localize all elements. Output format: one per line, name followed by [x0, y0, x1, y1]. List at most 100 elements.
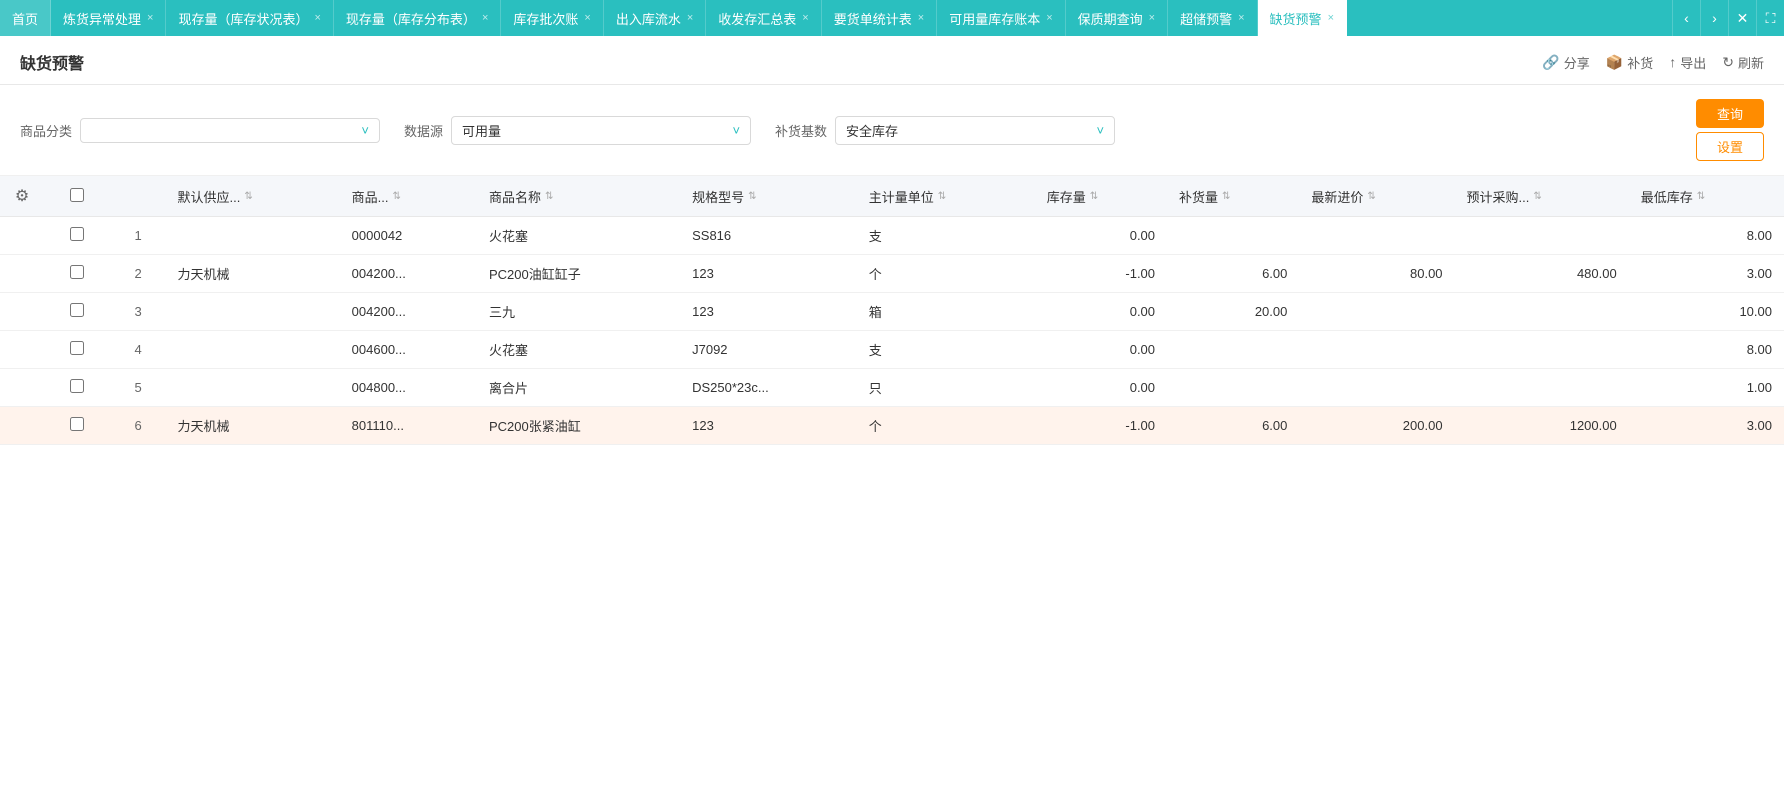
tab-item-home[interactable]: 首页: [0, 0, 51, 36]
datasource-value: 可用量: [462, 121, 501, 140]
settings-button[interactable]: 设置: [1696, 132, 1764, 161]
cell-latest-price: [1299, 293, 1454, 331]
tab-next-button[interactable]: ›: [1700, 0, 1728, 36]
tab-label: 炼货异常处理: [63, 9, 141, 28]
tab-close-icon[interactable]: ×: [802, 12, 808, 24]
share-button[interactable]: 🔗 分享: [1542, 53, 1589, 72]
th-checkbox: [44, 176, 111, 217]
tab-fullscreen-button[interactable]: ⛶: [1756, 0, 1784, 36]
tab-item-abnormal[interactable]: 炼货异常处理 ×: [51, 0, 166, 36]
tab-item-inventory-dist[interactable]: 现存量（库存分布表）×: [334, 0, 501, 36]
tab-label: 现存量（库存状况表）: [178, 9, 308, 28]
min-stock-sort-icon[interactable]: ⇅: [1697, 191, 1705, 202]
tab-close-icon[interactable]: ×: [1328, 12, 1334, 24]
tab-close-icon[interactable]: ×: [918, 12, 924, 24]
row-checkbox[interactable]: [70, 227, 84, 241]
supplier-sort-icon[interactable]: ⇅: [244, 191, 252, 202]
cell-replenish-qty: [1167, 331, 1299, 369]
th-unit: 主计量单位 ⇅: [857, 176, 1035, 217]
tab-close-icon[interactable]: ×: [687, 12, 693, 24]
tab-item-inout-flow[interactable]: 出入库流水 ×: [604, 0, 706, 36]
cell-min-stock: 8.00: [1629, 217, 1784, 255]
main-content: 缺货预警 🔗 分享 📦 补货 ↑ 导出 ↻ 刷新 商品分类: [0, 36, 1784, 796]
th-seq: [111, 176, 166, 217]
replenish-basis-arrow-icon: ˅: [1096, 123, 1104, 138]
tab-item-batch-account[interactable]: 库存批次账×: [501, 0, 603, 36]
cell-replenish-qty: [1167, 217, 1299, 255]
product-name-sort-icon[interactable]: ⇅: [545, 191, 553, 202]
cell-latest-price: [1299, 331, 1454, 369]
export-icon: ↑: [1669, 54, 1676, 70]
datasource-arrow-icon: ˅: [732, 123, 740, 138]
tab-close-icon[interactable]: ×: [482, 12, 488, 24]
cell-spec: J7092: [680, 331, 857, 369]
cell-product-name: 离合片: [477, 369, 680, 407]
cell-supplier: 力天机械: [166, 255, 340, 293]
product-code-sort-icon[interactable]: ⇅: [393, 191, 401, 202]
tab-bar: 首页炼货异常处理×现存量（库存状况表）×现存量（库存分布表）×库存批次账×出入库…: [0, 0, 1784, 36]
cell-latest-price: 80.00: [1299, 255, 1454, 293]
select-all-checkbox[interactable]: [70, 188, 84, 202]
share-icon: 🔗: [1542, 54, 1559, 71]
cell-stock: -1.00: [1035, 255, 1167, 293]
tab-close-icon[interactable]: ×: [314, 12, 320, 24]
cell-replenish-qty: 6.00: [1167, 255, 1299, 293]
export-button[interactable]: ↑ 导出: [1669, 53, 1706, 72]
category-filter-group: 商品分类 ˅: [20, 118, 380, 143]
tab-close-icon[interactable]: ×: [147, 12, 153, 24]
tab-close-icon[interactable]: ×: [1046, 12, 1052, 24]
replenish-button[interactable]: 📦 补货: [1606, 53, 1653, 72]
cell-stock: 0.00: [1035, 369, 1167, 407]
cell-spec: 123: [680, 407, 857, 445]
stock-sort-icon[interactable]: ⇅: [1090, 191, 1098, 202]
tab-item-overstock[interactable]: 超储预警×: [1168, 0, 1257, 36]
row-checkbox[interactable]: [70, 417, 84, 431]
tab-item-collection-summary[interactable]: 收发存汇总表×: [706, 0, 821, 36]
cell-product-name: 火花塞: [477, 217, 680, 255]
query-button[interactable]: 查询: [1696, 99, 1764, 128]
tab-item-available-ledger[interactable]: 可用量库存账本×: [937, 0, 1065, 36]
tab-item-inventory-status[interactable]: 现存量（库存状况表） ×: [166, 0, 333, 36]
cell-stock: -1.00: [1035, 407, 1167, 445]
refresh-button[interactable]: ↻ 刷新: [1722, 53, 1764, 72]
estimated-purchase-sort-icon[interactable]: ⇅: [1533, 191, 1541, 202]
row-seq: 5: [111, 369, 166, 407]
replenish-qty-sort-icon[interactable]: ⇅: [1222, 191, 1230, 202]
table-row: 4004600...火花塞J7092支0.008.00: [0, 331, 1784, 369]
table-header-row: ⚙ 默认供应... ⇅ 商品...: [0, 176, 1784, 217]
row-checkbox[interactable]: [70, 341, 84, 355]
cell-estimated-purchase: [1455, 217, 1629, 255]
cell-supplier: [166, 331, 340, 369]
column-settings-icon[interactable]: ⚙: [15, 188, 29, 205]
tab-close-icon[interactable]: ×: [584, 12, 590, 24]
cell-spec: SS816: [680, 217, 857, 255]
spec-sort-icon[interactable]: ⇅: [748, 191, 756, 202]
tab-prev-button[interactable]: ‹: [1672, 0, 1700, 36]
cell-supplier: [166, 369, 340, 407]
replenish-basis-select[interactable]: 安全库存 ˅: [835, 116, 1115, 145]
tab-item-expiry-query[interactable]: 保质期查询×: [1066, 0, 1168, 36]
data-table: ⚙ 默认供应... ⇅ 商品...: [0, 176, 1784, 445]
refresh-icon: ↻: [1722, 54, 1734, 71]
row-checkbox[interactable]: [70, 303, 84, 317]
tab-item-order-stats[interactable]: 要货单统计表×: [822, 0, 937, 36]
row-seq: 3: [111, 293, 166, 331]
tab-close-icon[interactable]: ×: [1149, 12, 1155, 24]
unit-sort-icon[interactable]: ⇅: [938, 191, 946, 202]
tab-close-button[interactable]: ✕: [1728, 0, 1756, 36]
datasource-select[interactable]: 可用量 ˅: [451, 116, 751, 145]
th-product-name: 商品名称 ⇅: [477, 176, 680, 217]
category-select[interactable]: ˅: [80, 118, 380, 143]
tab-item-shortage[interactable]: 缺货预警 ×: [1258, 0, 1347, 36]
tab-label: 出入库流水: [616, 9, 681, 28]
table-row: 6力天机械801110...PC200张紧油缸123个-1.006.00200.…: [0, 407, 1784, 445]
tab-label: 缺货预警: [1270, 9, 1322, 28]
row-checkbox[interactable]: [70, 265, 84, 279]
table-row: 5004800...离合片DS250*23c...只0.001.00: [0, 369, 1784, 407]
tab-close-icon[interactable]: ×: [1238, 12, 1244, 24]
cell-min-stock: 3.00: [1629, 255, 1784, 293]
header-actions: 🔗 分享 📦 补货 ↑ 导出 ↻ 刷新: [1542, 53, 1764, 72]
row-checkbox[interactable]: [70, 379, 84, 393]
latest-price-sort-icon[interactable]: ⇅: [1367, 191, 1375, 202]
cell-product-code: 004200...: [340, 293, 477, 331]
